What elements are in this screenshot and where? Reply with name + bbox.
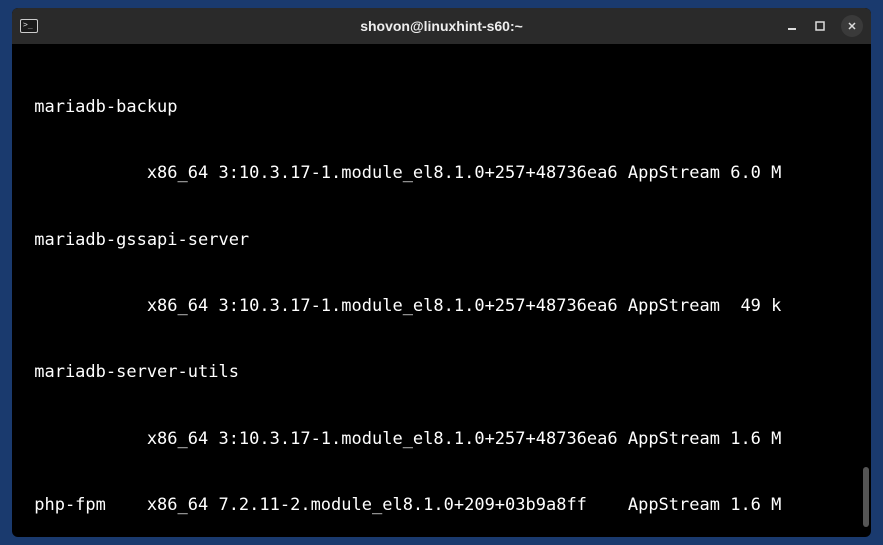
terminal-output[interactable]: mariadb-backup x86_64 3:10.3.17-1.module… [12, 44, 871, 537]
close-button[interactable] [841, 15, 863, 37]
scrollbar-thumb[interactable] [863, 467, 869, 527]
window-title: shovon@linuxhint-s60:~ [120, 18, 763, 34]
maximize-button[interactable] [813, 19, 827, 33]
output-line: x86_64 3:10.3.17-1.module_el8.1.0+257+48… [24, 428, 859, 450]
maximize-icon [814, 20, 826, 32]
output-line: php-fpm x86_64 7.2.11-2.module_el8.1.0+2… [24, 494, 859, 516]
output-line: mariadb-server-utils [24, 361, 859, 383]
terminal-window: shovon@linuxhint-s60:~ mariadb-backup [12, 8, 871, 537]
minimize-icon [786, 20, 798, 32]
output-line: mariadb-gssapi-server [24, 229, 859, 251]
close-icon [846, 20, 858, 32]
minimize-button[interactable] [785, 19, 799, 33]
titlebar-left [20, 19, 120, 33]
output-line: x86_64 3:10.3.17-1.module_el8.1.0+257+48… [24, 295, 859, 317]
window-controls [763, 15, 863, 37]
titlebar: shovon@linuxhint-s60:~ [12, 8, 871, 44]
terminal-icon [20, 19, 38, 33]
output-line: mariadb-backup [24, 96, 859, 118]
output-line: x86_64 3:10.3.17-1.module_el8.1.0+257+48… [24, 162, 859, 184]
